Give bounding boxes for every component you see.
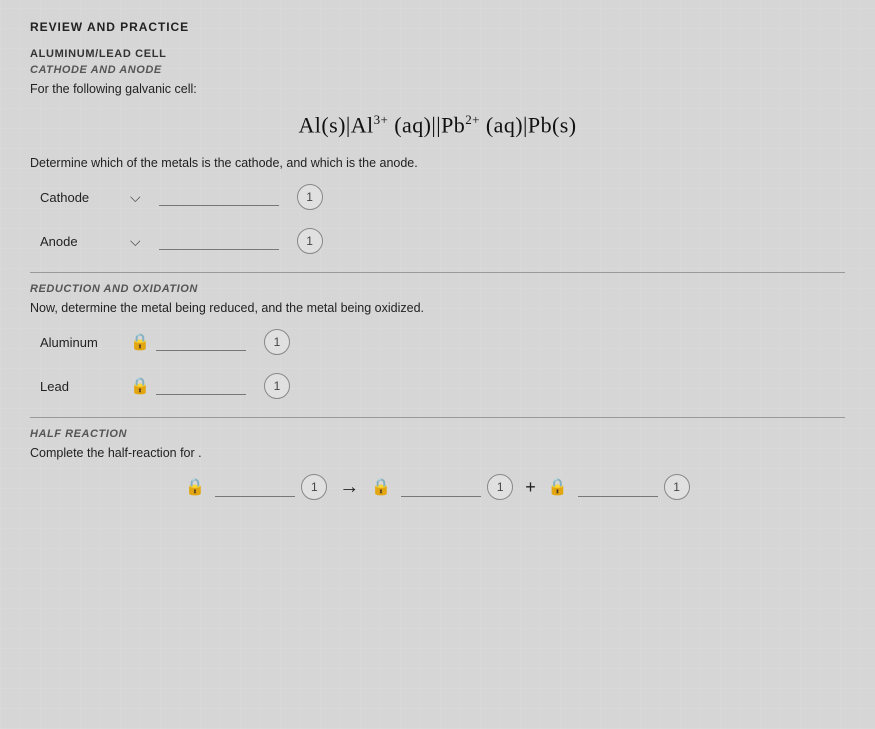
section3-instruction: Complete the half-reaction for .: [30, 446, 845, 460]
aluminum-lock-icon: 🔒: [130, 332, 150, 352]
anode-row: Anode ⌵ 1: [40, 228, 845, 254]
aluminum-row: Aluminum 🔒 1: [40, 329, 845, 355]
cathode-row: Cathode ⌵ 1: [40, 184, 845, 210]
anode-dropdown[interactable]: ⌵: [130, 233, 141, 250]
divider-2: [30, 417, 845, 418]
aluminum-badge: 1: [264, 329, 290, 355]
eq-underline-2: [401, 477, 481, 497]
anode-underline: [159, 232, 279, 250]
eq-cell-right2: 🔒 1: [548, 474, 690, 500]
lead-badge: 1: [264, 373, 290, 399]
eq-badge-1: 1: [301, 474, 327, 500]
lead-lock-icon: 🔒: [130, 376, 150, 396]
lead-underline: [156, 377, 246, 395]
cathode-badge: 1: [297, 184, 323, 210]
determine-text: Determine which of the metals is the cat…: [30, 156, 845, 170]
eq-arrow: →: [335, 476, 363, 499]
anode-dropdown-arrow: ⌵: [130, 233, 141, 250]
eq-lock-2: 🔒: [371, 477, 391, 497]
section1-sublabel: CATHODE AND ANODE: [30, 64, 845, 76]
section2-label: REDUCTION AND OXIDATION: [30, 283, 845, 295]
half-reaction-row: 🔒 1 → 🔒 1 + 🔒 1: [30, 474, 845, 500]
cathode-dropdown-arrow: ⌵: [130, 189, 141, 206]
anode-badge: 1: [297, 228, 323, 254]
section1-label: ALUMINUM/LEAD CELL: [30, 48, 845, 60]
divider-1: [30, 272, 845, 273]
eq-underline-1: [215, 477, 295, 497]
eq-lock-1: 🔒: [185, 477, 205, 497]
lead-label: Lead: [40, 379, 130, 394]
cathode-dropdown[interactable]: ⌵: [130, 189, 141, 206]
section-cathode-anode: ALUMINUM/LEAD CELL CATHODE AND ANODE For…: [30, 48, 845, 254]
anode-label: Anode: [40, 234, 130, 249]
eq-badge-3: 1: [664, 474, 690, 500]
section-reduction-oxidation: REDUCTION AND OXIDATION Now, determine t…: [30, 283, 845, 399]
eq-cell-left: 🔒 1: [185, 474, 327, 500]
section3-label: HALF REACTION: [30, 428, 845, 440]
aluminum-label: Aluminum: [40, 335, 130, 350]
section-half-reaction: HALF REACTION Complete the half-reaction…: [30, 428, 845, 500]
cathode-underline: [159, 188, 279, 206]
page-title: REVIEW AND PRACTICE: [30, 20, 845, 34]
page-container: REVIEW AND PRACTICE ALUMINUM/LEAD CELL C…: [0, 0, 875, 729]
chemical-equation: Al(s)|Al3+ (aq)||Pb2+ (aq)|Pb(s): [30, 112, 845, 138]
eq-lock-3: 🔒: [548, 477, 568, 497]
aluminum-underline: [156, 333, 246, 351]
eq-badge-2: 1: [487, 474, 513, 500]
cathode-label: Cathode: [40, 190, 130, 205]
section1-instruction: For the following galvanic cell:: [30, 82, 845, 96]
eq-cell-right1: 🔒 1: [371, 474, 513, 500]
lead-row: Lead 🔒 1: [40, 373, 845, 399]
section2-instruction: Now, determine the metal being reduced, …: [30, 301, 845, 315]
equation-text: Al(s)|Al3+ (aq)||Pb2+ (aq)|Pb(s): [298, 112, 576, 138]
eq-underline-3: [578, 477, 658, 497]
eq-plus: +: [521, 477, 540, 498]
